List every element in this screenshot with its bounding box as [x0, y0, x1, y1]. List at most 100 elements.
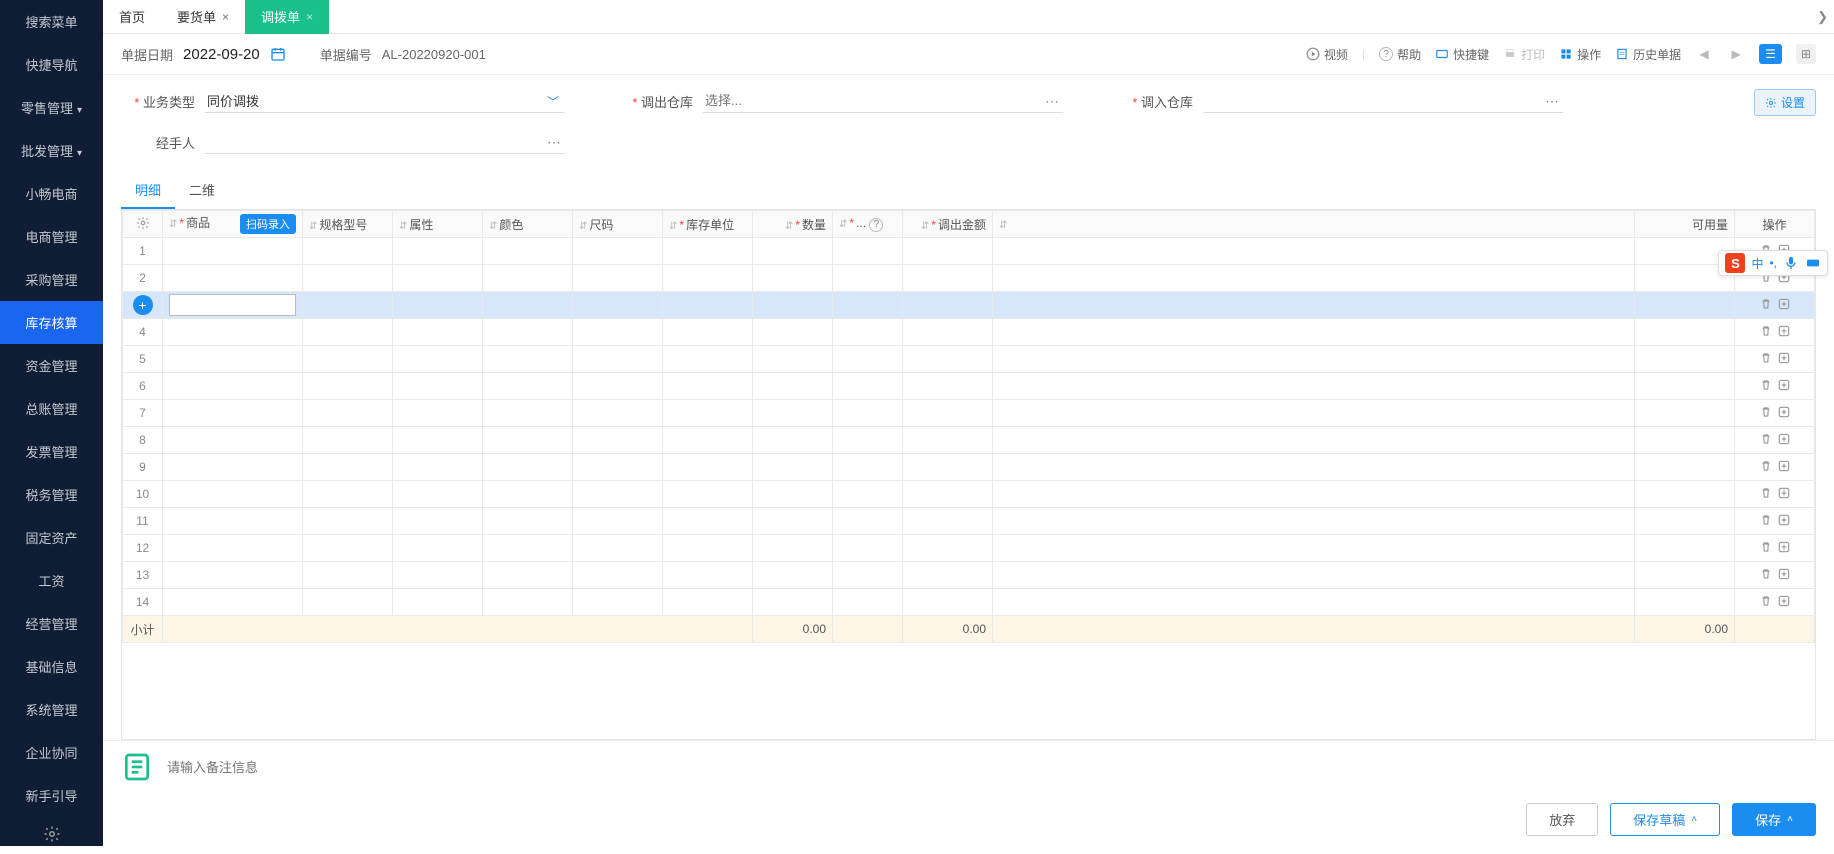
sidebar-item-17[interactable]: 企业协同 — [0, 731, 103, 774]
tab-2[interactable]: 调拨单× — [245, 0, 329, 34]
add-row-icon[interactable] — [1777, 486, 1791, 500]
product-cell-input[interactable] — [169, 294, 296, 316]
shortcut-link[interactable]: 快捷键 — [1435, 46, 1489, 63]
table-row[interactable]: 4 — [123, 319, 1815, 346]
view-grid-toggle[interactable]: ⊞ — [1796, 44, 1816, 64]
sidebar-item-16[interactable]: 系统管理 — [0, 688, 103, 731]
col-product[interactable]: ⇵*商品扫码录入 — [163, 211, 303, 238]
table-row[interactable]: 13 — [123, 562, 1815, 589]
save-draft-button[interactable]: 保存草稿˄ — [1610, 803, 1720, 836]
delete-icon[interactable] — [1759, 513, 1773, 527]
subtab-detail[interactable]: 明细 — [121, 172, 175, 209]
date-value[interactable]: 2022-09-20 — [183, 46, 260, 63]
col-color[interactable]: ⇵颜色 — [483, 211, 573, 238]
settings-button[interactable]: 设置 — [1754, 89, 1816, 116]
discard-button[interactable]: 放弃 — [1526, 803, 1598, 836]
sidebar-item-18[interactable]: 新手引导 — [0, 774, 103, 817]
product-cell[interactable] — [163, 400, 303, 427]
operate-link[interactable]: 操作 — [1559, 46, 1601, 63]
sidebar-item-4[interactable]: 小畅电商 — [0, 172, 103, 215]
sidebar-item-0[interactable]: 搜索菜单 — [0, 0, 103, 43]
col-available[interactable]: 可用量 — [1635, 211, 1735, 238]
product-cell[interactable] — [163, 427, 303, 454]
add-row-icon[interactable] — [1777, 540, 1791, 554]
add-row-icon[interactable] — [1777, 459, 1791, 473]
in-store-more-icon[interactable]: ⋯ — [1545, 93, 1559, 110]
add-row-icon[interactable] — [1777, 567, 1791, 581]
sidebar-item-11[interactable]: 税务管理 — [0, 473, 103, 516]
print-link[interactable]: 打印 — [1503, 46, 1545, 63]
add-row-icon[interactable] — [1777, 324, 1791, 338]
product-cell[interactable] — [163, 373, 303, 400]
table-settings-header[interactable] — [123, 211, 163, 238]
video-link[interactable]: 视频 — [1306, 46, 1348, 63]
table-row[interactable]: 11 — [123, 508, 1815, 535]
delete-icon[interactable] — [1759, 432, 1773, 446]
col-size[interactable]: ⇵尺码 — [573, 211, 663, 238]
col-out-amount[interactable]: ⇵*调出金额 — [903, 211, 993, 238]
ime-punct-icon[interactable]: •, — [1769, 256, 1777, 270]
save-button[interactable]: 保存˄ — [1732, 803, 1816, 836]
info-icon[interactable]: ? — [869, 218, 883, 232]
scan-input-button[interactable]: 扫码录入 — [240, 214, 296, 234]
out-store-more-icon[interactable]: ⋯ — [1045, 93, 1059, 110]
close-icon[interactable]: × — [222, 10, 229, 24]
table-row[interactable]: 10 — [123, 481, 1815, 508]
close-icon[interactable]: × — [306, 10, 313, 24]
history-link[interactable]: 历史单据 — [1615, 46, 1681, 63]
col-ellipsis[interactable]: ⇵*... ? — [833, 211, 903, 238]
sidebar-item-12[interactable]: 固定资产 — [0, 516, 103, 559]
col-blank[interactable]: ⇵ — [993, 211, 1635, 238]
tab-1[interactable]: 要货单× — [161, 0, 245, 34]
add-row-button[interactable]: + — [133, 295, 153, 315]
sidebar-item-6[interactable]: 采购管理 — [0, 258, 103, 301]
biz-type-input[interactable] — [205, 89, 565, 113]
product-cell[interactable] — [163, 535, 303, 562]
sidebar-item-13[interactable]: 工资 — [0, 559, 103, 602]
add-row-icon[interactable] — [1777, 432, 1791, 446]
sidebar-item-15[interactable]: 基础信息 — [0, 645, 103, 688]
col-spec[interactable]: ⇵规格型号 — [303, 211, 393, 238]
col-unit[interactable]: ⇵*库存单位 — [663, 211, 753, 238]
delete-icon[interactable] — [1759, 405, 1773, 419]
tabs-collapse-icon[interactable]: ❯ — [1811, 5, 1834, 29]
product-cell[interactable] — [163, 238, 303, 265]
handler-more-icon[interactable]: ⋯ — [547, 134, 561, 151]
ime-widget[interactable]: S 中 •, — [1718, 250, 1828, 276]
mic-icon[interactable] — [1783, 255, 1799, 271]
sidebar-item-5[interactable]: 电商管理 — [0, 215, 103, 258]
table-row[interactable]: 14 — [123, 589, 1815, 616]
table-row[interactable]: 5 — [123, 346, 1815, 373]
delete-icon[interactable] — [1759, 540, 1773, 554]
product-cell[interactable] — [163, 265, 303, 292]
product-cell[interactable] — [163, 562, 303, 589]
next-doc-button[interactable]: ▶ — [1727, 45, 1745, 63]
product-cell[interactable] — [163, 454, 303, 481]
sidebar-item-9[interactable]: 总账管理 — [0, 387, 103, 430]
add-row-icon[interactable] — [1777, 297, 1791, 311]
delete-icon[interactable] — [1759, 594, 1773, 608]
delete-icon[interactable] — [1759, 351, 1773, 365]
sidebar-item-10[interactable]: 发票管理 — [0, 430, 103, 473]
sidebar-settings[interactable] — [0, 817, 103, 854]
prev-doc-button[interactable]: ◀ — [1695, 45, 1713, 63]
table-row[interactable]: 7 — [123, 400, 1815, 427]
table-row[interactable]: 6 — [123, 373, 1815, 400]
remarks-input[interactable] — [167, 760, 1816, 775]
delete-icon[interactable] — [1759, 486, 1773, 500]
delete-icon[interactable] — [1759, 324, 1773, 338]
handler-input[interactable] — [205, 130, 565, 154]
tab-0[interactable]: 首页 — [103, 0, 161, 34]
table-row[interactable]: 2 — [123, 265, 1815, 292]
help-link[interactable]: ?帮助 — [1379, 46, 1421, 63]
add-row-icon[interactable] — [1777, 378, 1791, 392]
add-row-icon[interactable] — [1777, 351, 1791, 365]
sidebar-item-7[interactable]: 库存核算 — [0, 301, 103, 344]
calendar-icon[interactable] — [270, 46, 286, 62]
table-row[interactable]: 12 — [123, 535, 1815, 562]
subtab-twod[interactable]: 二维 — [175, 172, 229, 209]
sidebar-item-2[interactable]: 零售管理▾ — [0, 86, 103, 129]
in-store-input[interactable] — [1203, 89, 1563, 113]
add-row-icon[interactable] — [1777, 405, 1791, 419]
table-row[interactable]: 9 — [123, 454, 1815, 481]
